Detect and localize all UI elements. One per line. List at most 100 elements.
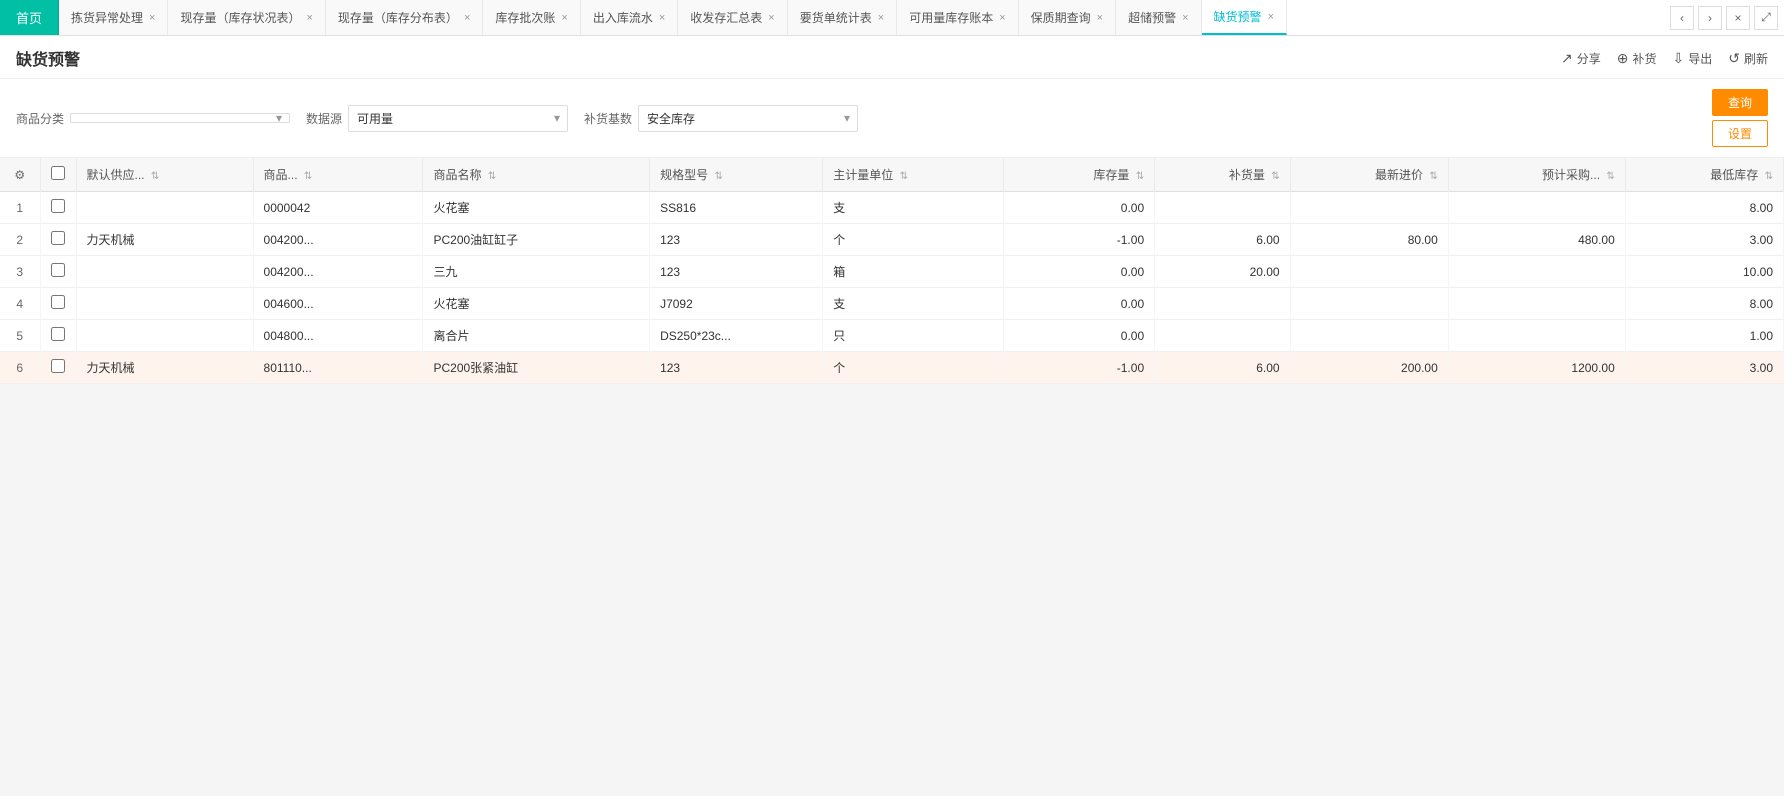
cell-index-2: 3 xyxy=(0,256,40,288)
cell-replenish-5: 6.00 xyxy=(1155,352,1290,384)
tab-close-overstock[interactable]: × xyxy=(1182,12,1188,24)
tab-batch-account[interactable]: 库存批次账 × xyxy=(483,0,580,35)
tab-close-inout[interactable]: × xyxy=(659,12,665,24)
category-select[interactable] xyxy=(70,113,290,123)
tab-overstock[interactable]: 超储预警 × xyxy=(1116,0,1201,35)
row-checkbox-5[interactable] xyxy=(51,359,65,373)
cell-latest-price-1: 80.00 xyxy=(1290,224,1448,256)
datasource-label: 数据源 xyxy=(306,110,342,127)
tab-fullscreen-button[interactable]: ⤢ xyxy=(1754,6,1778,30)
tab-close-recv[interactable]: × xyxy=(768,12,774,24)
query-button[interactable]: 查询 xyxy=(1712,89,1768,116)
tab-recv-summary[interactable]: 收发存汇总表 × xyxy=(678,0,787,35)
cell-unit-4: 只 xyxy=(823,320,1004,352)
cell-checkbox-5[interactable] xyxy=(40,352,76,384)
tab-home[interactable]: 首页 xyxy=(0,0,59,35)
select-all-checkbox[interactable] xyxy=(51,166,65,180)
tab-order-stat[interactable]: 要货单统计表 × xyxy=(788,0,897,35)
th-stock[interactable]: 库存量 ⇅ xyxy=(1004,158,1155,192)
column-select-all[interactable] xyxy=(40,158,76,192)
share-button[interactable]: ↗ 分享 xyxy=(1561,50,1601,67)
cell-unit-5: 个 xyxy=(823,352,1004,384)
tab-prev-button[interactable]: ‹ xyxy=(1670,6,1694,30)
th-supplier[interactable]: 默认供应... ⇅ xyxy=(76,158,253,192)
th-code[interactable]: 商品... ⇅ xyxy=(253,158,423,192)
filter-right-actions: 查询 设置 xyxy=(1712,89,1768,147)
cell-spec-2: 123 xyxy=(650,256,823,288)
tab-bar: 首页 拣货异常处理 × 现存量（库存状况表） × 现存量（库存分布表） × 库存… xyxy=(0,0,1784,36)
cell-checkbox-0[interactable] xyxy=(40,192,76,224)
cell-name-4: 离合片 xyxy=(423,320,650,352)
th-stock-label: 库存量 xyxy=(1093,168,1129,182)
cell-min-stock-2: 10.00 xyxy=(1625,256,1783,288)
th-est-purchase[interactable]: 预计采购... ⇅ xyxy=(1448,158,1625,192)
cell-est-purchase-2 xyxy=(1448,256,1625,288)
th-spec[interactable]: 规格型号 ⇅ xyxy=(650,158,823,192)
cell-checkbox-4[interactable] xyxy=(40,320,76,352)
tab-inventory-dist[interactable]: 现存量（库存分布表） × xyxy=(326,0,483,35)
table-row: 3 004200... 三九 123 箱 0.00 20.00 10.00 xyxy=(0,256,1784,288)
row-checkbox-0[interactable] xyxy=(51,199,65,213)
datasource-filter-group: 数据源 可用量 ▾ xyxy=(306,105,568,132)
sort-spec-icon: ⇅ xyxy=(714,171,722,182)
tab-shortage[interactable]: 缺货预警 × xyxy=(1202,0,1287,35)
row-checkbox-1[interactable] xyxy=(51,231,65,245)
shortage-table: ⚙ 默认供应... ⇅ 商品... ⇅ 商品名称 ⇅ xyxy=(0,158,1784,384)
tab-label-inv-status: 现存量（库存状况表） xyxy=(180,9,300,26)
tab-close-order[interactable]: × xyxy=(878,12,884,24)
tab-label-shortage: 缺货预警 xyxy=(1214,8,1262,25)
tab-inventory-status[interactable]: 现存量（库存状况表） × xyxy=(168,0,325,35)
table-row: 4 004600... 火花塞 J7092 支 0.00 8.00 xyxy=(0,288,1784,320)
cell-est-purchase-1: 480.00 xyxy=(1448,224,1625,256)
cell-code-4: 004800... xyxy=(253,320,423,352)
page-content: 缺货预警 ↗ 分享 ⊕ 补货 ⇩ 导出 ↺ 刷新 商品分类 xyxy=(0,36,1784,384)
cell-checkbox-1[interactable] xyxy=(40,224,76,256)
cell-checkbox-2[interactable] xyxy=(40,256,76,288)
table-body: 1 0000042 火花塞 SS816 支 0.00 8.00 2 力天机械 0… xyxy=(0,192,1784,384)
th-min-stock[interactable]: 最低库存 ⇅ xyxy=(1625,158,1783,192)
table-row: 6 力天机械 801110... PC200张紧油缸 123 个 -1.00 6… xyxy=(0,352,1784,384)
refresh-button[interactable]: ↺ 刷新 xyxy=(1728,50,1768,67)
cell-code-3: 004600... xyxy=(253,288,423,320)
export-button[interactable]: ⇩ 导出 xyxy=(1673,50,1713,67)
th-name[interactable]: 商品名称 ⇅ xyxy=(423,158,650,192)
th-unit[interactable]: 主计量单位 ⇅ xyxy=(823,158,1004,192)
table-header: ⚙ 默认供应... ⇅ 商品... ⇅ 商品名称 ⇅ xyxy=(0,158,1784,192)
sort-name-icon: ⇅ xyxy=(488,171,496,182)
th-code-label: 商品... xyxy=(264,168,298,182)
tab-close-shortage[interactable]: × xyxy=(1268,11,1274,23)
tab-close-inv-status[interactable]: × xyxy=(306,12,312,24)
column-settings-icon[interactable]: ⚙ xyxy=(0,158,40,192)
tab-label-freeze: 拣货异常处理 xyxy=(71,9,143,26)
tab-close-inv-dist[interactable]: × xyxy=(464,12,470,24)
cell-latest-price-0 xyxy=(1290,192,1448,224)
settings-button[interactable]: 设置 xyxy=(1712,120,1768,147)
th-replenish[interactable]: 补货量 ⇅ xyxy=(1155,158,1290,192)
tab-close-avail[interactable]: × xyxy=(999,12,1005,24)
replenish-button[interactable]: ⊕ 补货 xyxy=(1617,50,1657,67)
tab-close-all-button[interactable]: × xyxy=(1726,6,1750,30)
tab-avail-ledger[interactable]: 可用量库存账本 × xyxy=(897,0,1018,35)
tab-inout-flow[interactable]: 出入库流水 × xyxy=(581,0,678,35)
th-latest-price[interactable]: 最新进价 ⇅ xyxy=(1290,158,1448,192)
cell-replenish-4 xyxy=(1155,320,1290,352)
tab-freeze-anomaly[interactable]: 拣货异常处理 × xyxy=(59,0,168,35)
cell-name-0: 火花塞 xyxy=(423,192,650,224)
tab-close-freeze[interactable]: × xyxy=(149,12,155,24)
row-checkbox-4[interactable] xyxy=(51,327,65,341)
tab-close-batch[interactable]: × xyxy=(561,12,567,24)
tab-expiry[interactable]: 保质期查询 × xyxy=(1019,0,1116,35)
cell-latest-price-3 xyxy=(1290,288,1448,320)
sort-latest-price-icon: ⇅ xyxy=(1429,171,1437,182)
tab-label-batch: 库存批次账 xyxy=(495,9,555,26)
tab-close-expiry[interactable]: × xyxy=(1097,12,1103,24)
cell-code-0: 0000042 xyxy=(253,192,423,224)
datasource-select[interactable]: 可用量 xyxy=(348,105,568,132)
row-checkbox-3[interactable] xyxy=(51,295,65,309)
table-row: 5 004800... 离合片 DS250*23c... 只 0.00 1.00 xyxy=(0,320,1784,352)
row-checkbox-2[interactable] xyxy=(51,263,65,277)
tab-next-button[interactable]: › xyxy=(1698,6,1722,30)
cell-checkbox-3[interactable] xyxy=(40,288,76,320)
replenish-base-select[interactable]: 安全库存 xyxy=(638,105,858,132)
cell-stock-4: 0.00 xyxy=(1004,320,1155,352)
